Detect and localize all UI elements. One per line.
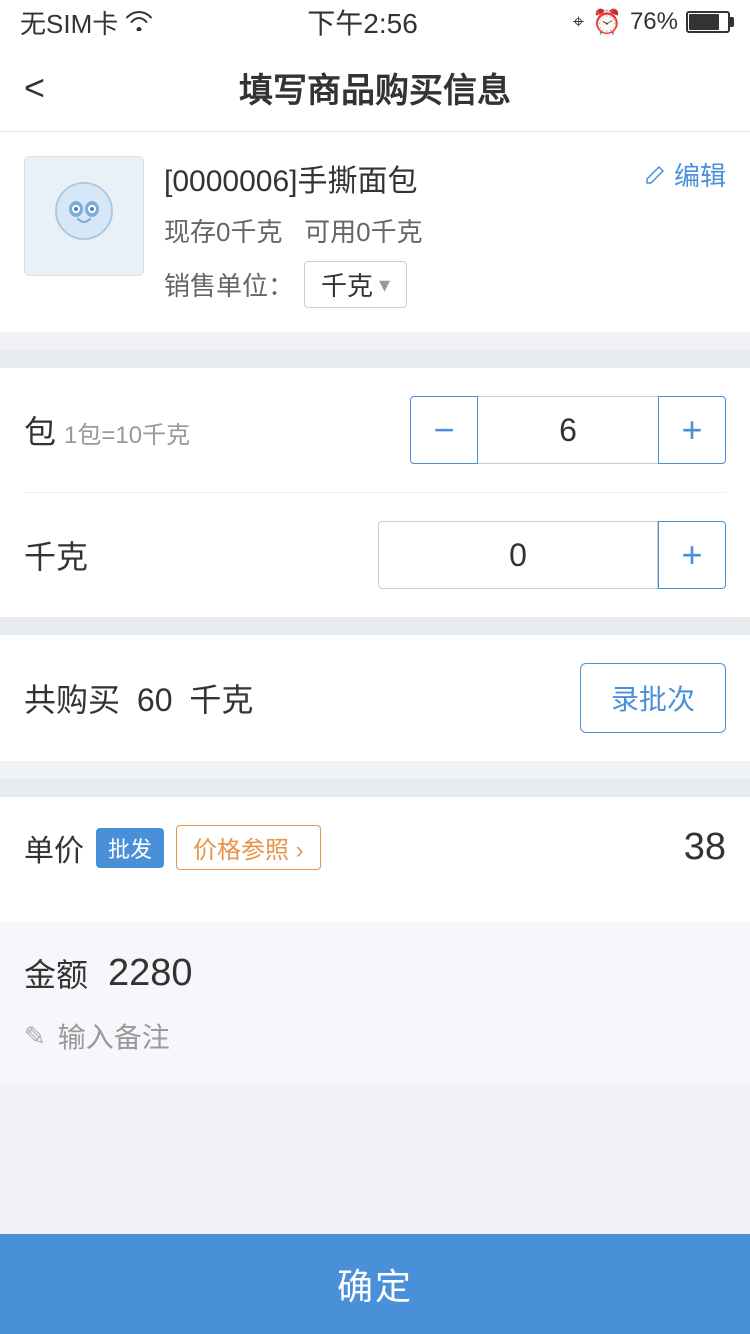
kg-label: 千克 — [24, 532, 378, 578]
price-value: 38 — [684, 826, 726, 869]
kg-plus-button[interactable]: + — [658, 521, 726, 589]
section-divider — [0, 350, 750, 368]
price-row: 单价 批发 价格参照 › 38 — [24, 825, 726, 870]
kg-qty-input[interactable] — [378, 521, 658, 589]
bao-sublabel: 1包=10千克 — [64, 422, 190, 449]
unit-select[interactable]: 千克 ▾ — [304, 261, 407, 308]
wifi-icon — [126, 7, 152, 38]
product-image — [24, 156, 144, 276]
total-text: 共购买 60 千克 — [24, 675, 253, 721]
confirm-button[interactable]: 确定 — [337, 1258, 413, 1310]
product-name: [0000006]手撕面包 — [164, 156, 417, 200]
pifa-tag: 批发 — [96, 828, 164, 868]
bao-qty-control: − + — [410, 396, 726, 464]
alarm-icon: ⏰ — [592, 8, 622, 37]
battery-label: 76% — [630, 8, 678, 36]
total-section: 共购买 60 千克 录批次 — [0, 635, 750, 761]
bao-qty-input[interactable] — [478, 396, 658, 464]
nav-bar: < 填写商品购买信息 — [0, 44, 750, 132]
bao-row: 包1包=10千克 − + — [24, 368, 726, 493]
page-title: 填写商品购买信息 — [239, 63, 511, 112]
product-unit-row: 销售单位： 千克 ▾ — [164, 261, 726, 308]
batch-button[interactable]: 录批次 — [580, 663, 726, 733]
back-button[interactable]: < — [24, 67, 45, 109]
product-logo-icon — [54, 181, 114, 251]
bao-plus-button[interactable]: + — [658, 396, 726, 464]
carrier-text: 无SIM卡 — [20, 4, 118, 41]
product-section: [0000006]手撕面包 编辑 现存0千克 可用0千克 销售单位： 千克 ▾ — [0, 132, 750, 332]
chevron-down-icon: ▾ — [379, 272, 390, 298]
bao-label: 包1包=10千克 — [24, 407, 410, 453]
section-divider-3 — [0, 779, 750, 797]
pencil-icon: ✎ — [24, 1021, 46, 1052]
location-icon: ⌖ — [573, 11, 584, 34]
status-left: 无SIM卡 — [20, 4, 152, 41]
kg-row: 千克 + — [24, 493, 726, 617]
amount-value: 2280 — [108, 952, 193, 995]
product-stock: 现存0千克 可用0千克 — [164, 212, 726, 249]
amount-label: 金额 — [24, 950, 88, 996]
product-info: [0000006]手撕面包 编辑 现存0千克 可用0千克 销售单位： 千克 ▾ — [164, 156, 726, 308]
status-time: 下午2:56 — [307, 2, 418, 42]
quantity-section: 包1包=10千克 − + 千克 + — [0, 368, 750, 617]
status-bar: 无SIM卡 下午2:56 ⌖ ⏰ 76% — [0, 0, 750, 44]
status-right: ⌖ ⏰ 76% — [573, 8, 730, 37]
kg-qty-control: + — [378, 521, 726, 589]
confirm-footer[interactable]: 确定 — [0, 1234, 750, 1334]
edit-button[interactable]: 编辑 — [644, 156, 726, 193]
section-divider-2 — [0, 617, 750, 635]
price-label: 单价 批发 价格参照 › — [24, 825, 321, 870]
remark-row[interactable]: ✎ 输入备注 — [24, 1016, 726, 1056]
remark-label: 输入备注 — [58, 1016, 170, 1056]
bao-minus-button[interactable]: − — [410, 396, 478, 464]
price-ref-button[interactable]: 价格参照 › — [176, 825, 321, 870]
battery-icon — [686, 11, 730, 33]
price-section: 单价 批发 价格参照 › 38 — [0, 797, 750, 922]
amount-row: 金额 2280 — [24, 950, 726, 996]
amount-section: 金额 2280 ✎ 输入备注 — [0, 922, 750, 1084]
total-amount: 60 — [137, 682, 173, 718]
